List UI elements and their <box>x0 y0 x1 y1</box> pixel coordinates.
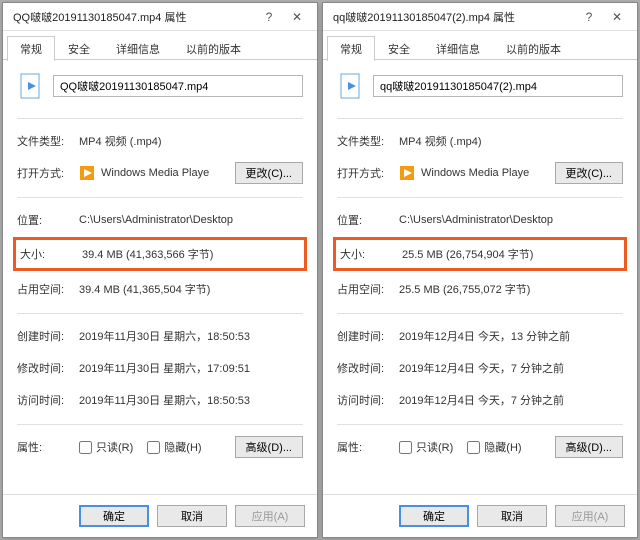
label-size: 大小: <box>20 246 82 262</box>
label-openswith: 打开方式: <box>337 165 399 181</box>
properties-dialog-right: qq啵啵20191130185047(2).mp4 属性 ? ✕ 常规 安全 详… <box>322 2 638 538</box>
tab-security[interactable]: 安全 <box>375 36 423 61</box>
close-button[interactable]: ✕ <box>283 6 311 28</box>
file-video-icon <box>17 72 45 100</box>
value-sizeondisk: 25.5 MB (26,755,072 字节) <box>399 281 623 297</box>
label-accessed: 访问时间: <box>337 392 399 408</box>
label-created: 创建时间: <box>17 328 79 344</box>
value-filetype: MP4 视频 (.mp4) <box>79 133 303 149</box>
change-button[interactable]: 更改(C)... <box>555 162 623 184</box>
cancel-button[interactable]: 取消 <box>157 505 227 527</box>
label-attributes: 属性: <box>337 439 399 455</box>
label-created: 创建时间: <box>337 328 399 344</box>
label-sizeondisk: 占用空间: <box>337 281 399 297</box>
value-modified: 2019年12月4日 今天，7 分钟之前 <box>399 360 623 376</box>
tab-bar: 常规 安全 详细信息 以前的版本 <box>323 31 637 60</box>
tab-previous-versions[interactable]: 以前的版本 <box>493 36 574 61</box>
tab-previous-versions[interactable]: 以前的版本 <box>173 36 254 61</box>
checkbox-readonly[interactable]: 只读(R) <box>399 439 453 455</box>
value-filetype: MP4 视频 (.mp4) <box>399 133 623 149</box>
filename-input[interactable] <box>373 75 623 97</box>
label-filetype: 文件类型: <box>17 133 79 149</box>
value-size: 25.5 MB (26,754,904 字节) <box>402 246 620 262</box>
advanced-button[interactable]: 高级(D)... <box>555 436 623 458</box>
tab-details[interactable]: 详细信息 <box>103 36 173 61</box>
label-location: 位置: <box>337 212 399 228</box>
value-location: C:\Users\Administrator\Desktop <box>399 214 623 226</box>
label-modified: 修改时间: <box>337 360 399 376</box>
label-openswith: 打开方式: <box>17 165 79 181</box>
label-attributes: 属性: <box>17 439 79 455</box>
titlebar: qq啵啵20191130185047(2).mp4 属性 ? ✕ <box>323 3 637 31</box>
tab-content: 文件类型: MP4 视频 (.mp4) 打开方式: Windows Media … <box>3 60 317 494</box>
dialog-footer: 确定 取消 应用(A) <box>3 494 317 537</box>
tab-details[interactable]: 详细信息 <box>423 36 493 61</box>
window-title: QQ啵啵20191130185047.mp4 属性 <box>13 9 255 25</box>
value-accessed: 2019年11月30日 星期六，18:50:53 <box>79 392 303 408</box>
cancel-button[interactable]: 取消 <box>477 505 547 527</box>
label-modified: 修改时间: <box>17 360 79 376</box>
tab-bar: 常规 安全 详细信息 以前的版本 <box>3 31 317 60</box>
label-filetype: 文件类型: <box>337 133 399 149</box>
titlebar: QQ啵啵20191130185047.mp4 属性 ? ✕ <box>3 3 317 31</box>
checkbox-readonly[interactable]: 只读(R) <box>79 439 133 455</box>
label-sizeondisk: 占用空间: <box>17 281 79 297</box>
label-location: 位置: <box>17 212 79 228</box>
tab-general[interactable]: 常规 <box>327 36 375 61</box>
filename-input[interactable] <box>53 75 303 97</box>
value-openswith: Windows Media Playe <box>421 167 555 179</box>
apply-button[interactable]: 应用(A) <box>555 505 625 527</box>
ok-button[interactable]: 确定 <box>79 505 149 527</box>
dialog-footer: 确定 取消 应用(A) <box>323 494 637 537</box>
tab-content: 文件类型: MP4 视频 (.mp4) 打开方式: Windows Media … <box>323 60 637 494</box>
change-button[interactable]: 更改(C)... <box>235 162 303 184</box>
checkbox-hidden[interactable]: 隐藏(H) <box>147 439 201 455</box>
value-accessed: 2019年12月4日 今天，7 分钟之前 <box>399 392 623 408</box>
file-video-icon <box>337 72 365 100</box>
highlight-size: 大小: 25.5 MB (26,754,904 字节) <box>333 237 627 271</box>
value-location: C:\Users\Administrator\Desktop <box>79 214 303 226</box>
value-created: 2019年12月4日 今天，13 分钟之前 <box>399 328 623 344</box>
tab-security[interactable]: 安全 <box>55 36 103 61</box>
value-modified: 2019年11月30日 星期六，17:09:51 <box>79 360 303 376</box>
wmp-icon <box>399 165 415 181</box>
value-openswith: Windows Media Playe <box>101 167 235 179</box>
value-size: 39.4 MB (41,363,566 字节) <box>82 246 300 262</box>
properties-dialog-left: QQ啵啵20191130185047.mp4 属性 ? ✕ 常规 安全 详细信息… <box>2 2 318 538</box>
apply-button[interactable]: 应用(A) <box>235 505 305 527</box>
label-accessed: 访问时间: <box>17 392 79 408</box>
window-title: qq啵啵20191130185047(2).mp4 属性 <box>333 9 575 25</box>
checkbox-hidden[interactable]: 隐藏(H) <box>467 439 521 455</box>
highlight-size: 大小: 39.4 MB (41,363,566 字节) <box>13 237 307 271</box>
tab-general[interactable]: 常规 <box>7 36 55 61</box>
advanced-button[interactable]: 高级(D)... <box>235 436 303 458</box>
help-button[interactable]: ? <box>575 6 603 28</box>
help-button[interactable]: ? <box>255 6 283 28</box>
wmp-icon <box>79 165 95 181</box>
value-sizeondisk: 39.4 MB (41,365,504 字节) <box>79 281 303 297</box>
close-button[interactable]: ✕ <box>603 6 631 28</box>
ok-button[interactable]: 确定 <box>399 505 469 527</box>
value-created: 2019年11月30日 星期六，18:50:53 <box>79 328 303 344</box>
label-size: 大小: <box>340 246 402 262</box>
